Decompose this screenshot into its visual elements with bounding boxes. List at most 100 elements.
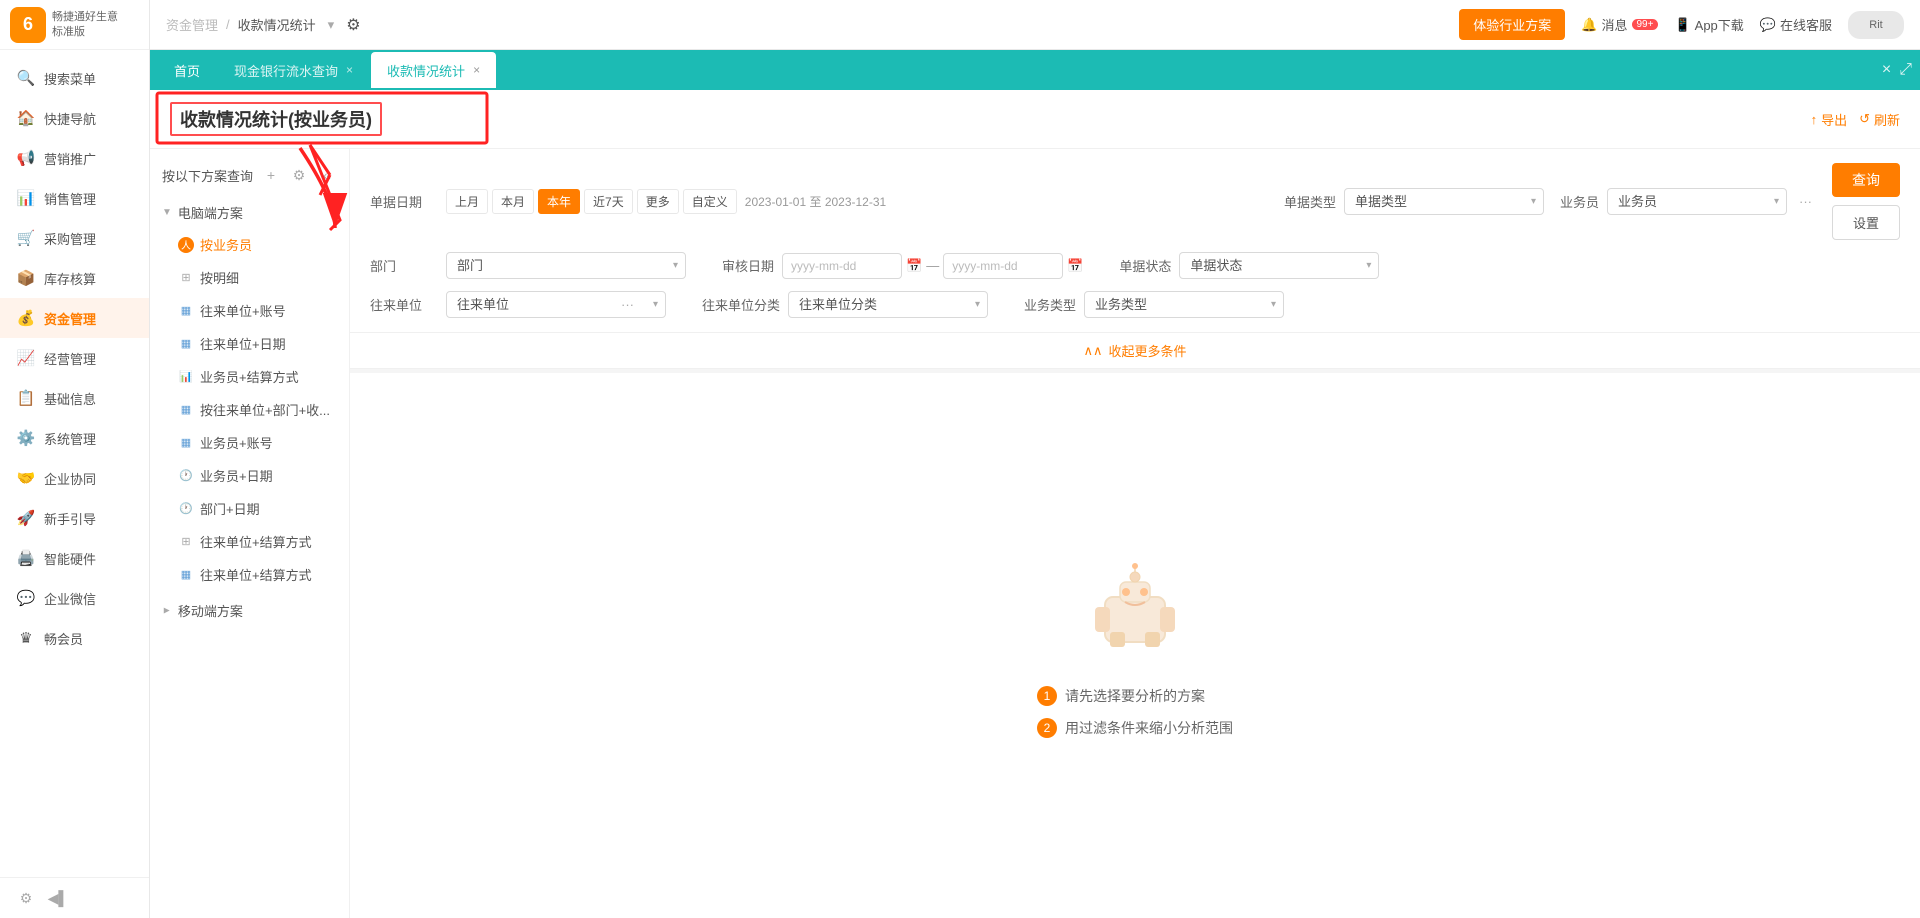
date-dash: — bbox=[926, 258, 939, 273]
user-avatar[interactable]: Rit bbox=[1848, 11, 1904, 39]
doc-type-select-wrapper: 单据类型 ▾ bbox=[1344, 188, 1544, 215]
scheme-settings-btn[interactable]: ⚙ bbox=[289, 165, 309, 185]
export-label: 导出 bbox=[1821, 110, 1847, 129]
scheme-salesperson-date[interactable]: 🕐 业务员+日期 bbox=[150, 459, 349, 492]
refresh-label: 刷新 bbox=[1874, 110, 1900, 129]
audit-date-from[interactable] bbox=[782, 253, 902, 279]
refresh-icon: ↺ bbox=[1859, 111, 1870, 127]
date-btn-this-month[interactable]: 本月 bbox=[492, 189, 534, 214]
biz-type-label: 业务类型 bbox=[1024, 295, 1076, 314]
scheme-customer-date[interactable]: ▦ 往来单位+日期 bbox=[150, 327, 349, 360]
export-btn[interactable]: ↑ 导出 bbox=[1811, 110, 1848, 129]
audit-date-to[interactable] bbox=[943, 253, 1063, 279]
dept-select[interactable]: 部门 bbox=[446, 252, 686, 279]
inventory-icon: 📦 bbox=[16, 268, 36, 288]
left-panel-icons: + ⚙ « bbox=[261, 165, 337, 185]
sidebar-item-marketing[interactable]: 📢 营销推广 bbox=[0, 138, 149, 178]
cal-from-icon[interactable]: 📅 bbox=[906, 258, 922, 274]
app-download-btn[interactable]: 📱 App下载 bbox=[1674, 15, 1743, 34]
scheme-customer-settlement1-label: 往来单位+结算方式 bbox=[200, 532, 312, 551]
sidebar-item-operations[interactable]: 📈 经营管理 bbox=[0, 338, 149, 378]
scheme-salesperson-settlement[interactable]: 📊 业务员+结算方式 bbox=[150, 360, 349, 393]
audit-date-label: 审核日期 bbox=[722, 256, 774, 275]
date-btn-custom[interactable]: 自定义 bbox=[683, 189, 737, 214]
date-btn-last-month[interactable]: 上月 bbox=[446, 189, 488, 214]
app-download-label: App下载 bbox=[1695, 15, 1744, 34]
desktop-scheme-title[interactable]: ▼ 电脑端方案 bbox=[150, 197, 349, 228]
sidebar-item-quick-nav[interactable]: 🏠 快捷导航 bbox=[0, 98, 149, 138]
scheme-customer-settlement1[interactable]: ⊞ 往来单位+结算方式 bbox=[150, 525, 349, 558]
right-content: 单据日期 上月 本月 本年 近7天 更多 自定义 2023-01-01 至 20… bbox=[350, 149, 1920, 918]
tab-maximize-btn[interactable]: ⤢ bbox=[1899, 61, 1912, 79]
sidebar-item-guide[interactable]: 🚀 新手引导 bbox=[0, 498, 149, 538]
scheme-salesperson-account[interactable]: ▦ 业务员+账号 bbox=[150, 426, 349, 459]
customer-category-select[interactable]: 往来单位分类 bbox=[788, 291, 988, 318]
customer-select-wrapper: 往来单位 ··· ▾ bbox=[446, 291, 666, 318]
section-expand-arrow: ▼ bbox=[162, 207, 172, 218]
query-btn[interactable]: 查询 bbox=[1832, 163, 1900, 197]
tab-collection-stats-close[interactable]: × bbox=[473, 63, 480, 77]
footer-settings-icon[interactable]: ⚙ bbox=[16, 888, 36, 908]
tab-home[interactable]: 首页 bbox=[158, 52, 216, 88]
footer-collapse-icon[interactable]: ◀▌ bbox=[48, 888, 68, 908]
try-industry-btn[interactable]: 体验行业方案 bbox=[1459, 9, 1565, 40]
sidebar-item-enterprise[interactable]: 🤝 企业协同 bbox=[0, 458, 149, 498]
salesperson-more-btn[interactable]: ··· bbox=[1795, 194, 1816, 209]
scheme-customer-date-label: 往来单位+日期 bbox=[200, 334, 286, 353]
customer-more-btn[interactable]: ··· bbox=[617, 297, 638, 312]
mobile-scheme-title[interactable]: ▼ 移动端方案 bbox=[150, 595, 349, 626]
breadcrumb: 资金管理 / 收款情况统计 ▾ bbox=[166, 15, 334, 34]
sidebar-item-basic-info[interactable]: 📋 基础信息 bbox=[0, 378, 149, 418]
sidebar-item-vip[interactable]: ♛ 畅会员 bbox=[0, 618, 149, 658]
sidebar-item-purchase[interactable]: 🛒 采购管理 bbox=[0, 218, 149, 258]
sidebar-item-system[interactable]: ⚙️ 系统管理 bbox=[0, 418, 149, 458]
cal-to-icon[interactable]: 📅 bbox=[1067, 258, 1083, 274]
scheme-dept-date[interactable]: 🕐 部门+日期 bbox=[150, 492, 349, 525]
salesperson-select[interactable]: 业务员 bbox=[1607, 188, 1787, 215]
panel-collapse-btn[interactable]: « bbox=[317, 165, 337, 185]
scheme-customer-account[interactable]: ▦ 往来单位+账号 bbox=[150, 294, 349, 327]
tab-close-all-btn[interactable]: × bbox=[1882, 61, 1891, 79]
empty-step-2: 2 用过滤条件来缩小分析范围 bbox=[1037, 718, 1233, 738]
sidebar-item-hardware[interactable]: 🖨️ 智能硬件 bbox=[0, 538, 149, 578]
online-service-btn[interactable]: 💬 在线客服 bbox=[1760, 15, 1832, 34]
finance-icon: 💰 bbox=[16, 308, 36, 328]
collapse-section[interactable]: ∧∧ 收起更多条件 bbox=[350, 333, 1920, 369]
sidebar-item-finance[interactable]: 💰 资金管理 bbox=[0, 298, 149, 338]
filter-row-2: 部门 部门 ▾ 审核日期 📅 bbox=[370, 252, 1900, 279]
tab-collection-stats[interactable]: 收款情况统计 × bbox=[371, 52, 496, 88]
app-logo: 6 畅捷通好生意 标准版 bbox=[0, 0, 149, 50]
tab-bank-flow[interactable]: 现金银行流水查询 × bbox=[218, 52, 369, 88]
settings-btn[interactable]: 设置 bbox=[1832, 205, 1900, 240]
sidebar-item-sales[interactable]: 📊 销售管理 bbox=[0, 178, 149, 218]
sidebar-item-inventory[interactable]: 📦 库存核算 bbox=[0, 258, 149, 298]
customer-date-icon: ▦ bbox=[178, 336, 194, 352]
date-btn-more[interactable]: 更多 bbox=[637, 189, 679, 214]
refresh-btn[interactable]: ↺ 刷新 bbox=[1859, 110, 1900, 129]
biz-type-select[interactable]: 业务类型 bbox=[1084, 291, 1284, 318]
doc-type-select[interactable]: 单据类型 bbox=[1344, 188, 1544, 215]
biz-type-select-wrapper: 业务类型 ▾ bbox=[1084, 291, 1284, 318]
doc-status-select[interactable]: 单据状态 bbox=[1179, 252, 1379, 279]
date-filter-label: 单据日期 bbox=[370, 192, 430, 211]
scheme-customer-dept[interactable]: ▦ 按往来单位+部门+收... bbox=[150, 393, 349, 426]
date-btn-7days[interactable]: 近7天 bbox=[584, 189, 633, 214]
scheme-by-salesperson[interactable]: 人 按业务员 bbox=[150, 228, 349, 261]
scheme-by-detail[interactable]: ⊞ 按明细 bbox=[150, 261, 349, 294]
sidebar-item-search-menu[interactable]: 🔍 搜索菜单 bbox=[0, 58, 149, 98]
header-settings-icon[interactable]: ⚙ bbox=[346, 15, 360, 35]
tab-collection-stats-label: 收款情况统计 bbox=[387, 61, 465, 80]
filter-area: 单据日期 上月 本月 本年 近7天 更多 自定义 2023-01-01 至 20… bbox=[350, 149, 1920, 333]
breadcrumb-current: 收款情况统计 bbox=[238, 15, 316, 34]
scheme-customer-settlement2[interactable]: ▦ 往来单位+结算方式 bbox=[150, 558, 349, 591]
filter-row-1: 单据日期 上月 本月 本年 近7天 更多 自定义 2023-01-01 至 20… bbox=[370, 163, 1900, 240]
sidebar-item-wechat[interactable]: 💬 企业微信 bbox=[0, 578, 149, 618]
app-name: 畅捷通好生意 标准版 bbox=[52, 10, 118, 39]
add-scheme-btn[interactable]: + bbox=[261, 165, 281, 185]
notifications-btn[interactable]: 🔔 消息 99+ bbox=[1581, 15, 1658, 34]
breadcrumb-dropdown-icon[interactable]: ▾ bbox=[328, 17, 335, 33]
date-btn-this-year[interactable]: 本年 bbox=[538, 189, 580, 214]
tab-bank-flow-close[interactable]: × bbox=[346, 63, 353, 77]
empty-steps-list: 1 请先选择要分析的方案 2 用过滤条件来缩小分析范围 bbox=[1037, 686, 1233, 750]
header-left: 资金管理 / 收款情况统计 ▾ ⚙ bbox=[166, 15, 361, 35]
